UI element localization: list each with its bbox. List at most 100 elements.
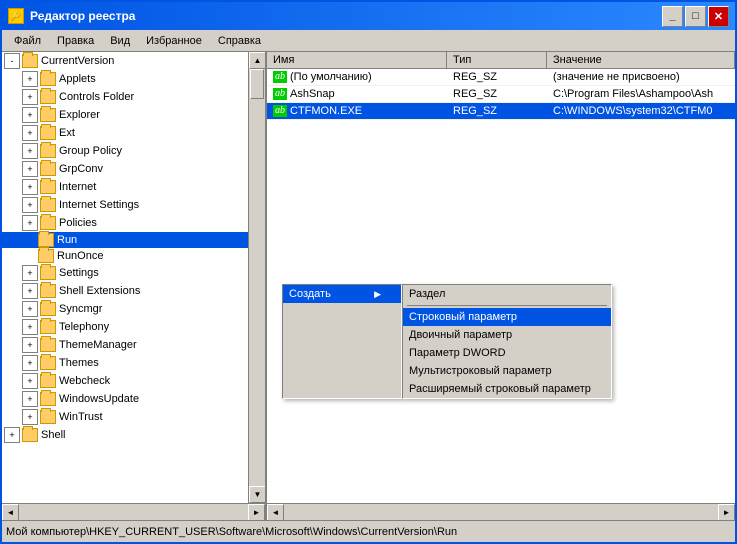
menu-help[interactable]: Справка xyxy=(210,33,269,49)
submenu-item-3[interactable]: Параметр DWORD xyxy=(403,344,611,362)
menu-separator xyxy=(407,305,607,306)
expander-syncmgr[interactable]: + xyxy=(22,301,38,317)
cell-value-1: C:\Program Files\Ashampoo\Ash xyxy=(547,86,735,102)
expander-wintrust[interactable]: + xyxy=(22,409,38,425)
submenu-item-4[interactable]: Мультистроковый параметр xyxy=(403,362,611,380)
table-row[interactable]: ab AshSnap REG_SZ C:\Program Files\Asham… xyxy=(267,86,735,103)
tree-scroll-up[interactable]: ▲ xyxy=(249,52,265,69)
cell-type-0: REG_SZ xyxy=(447,69,547,85)
close-button[interactable]: ✕ xyxy=(708,6,729,27)
expander-telephony[interactable]: + xyxy=(22,319,38,335)
cell-name-2: ab CTFMON.EXE xyxy=(267,103,447,119)
tree-scroll-track[interactable] xyxy=(249,69,265,486)
expander-windowsupdate[interactable]: + xyxy=(22,391,38,407)
tree-item-grouppolicy[interactable]: + Group Policy xyxy=(2,142,248,160)
tree-label-runonce: RunOnce xyxy=(57,250,103,262)
expander-shellextensions[interactable]: + xyxy=(22,283,38,299)
tree-item-windowsupdate[interactable]: + WindowsUpdate xyxy=(2,390,248,408)
tree-panel: - CurrentVersion + Applets + Controls Fo… xyxy=(2,52,267,520)
folder-icon-settings xyxy=(40,266,56,280)
table-row[interactable]: ab CTFMON.EXE REG_SZ C:\WINDOWS\system32… xyxy=(267,103,735,120)
cell-name-1: ab AshSnap xyxy=(267,86,447,102)
expander-internetsettings[interactable]: + xyxy=(22,197,38,213)
folder-icon-runonce xyxy=(38,249,54,263)
context-menu-create[interactable]: Создать ▶ xyxy=(283,285,401,303)
expander-policies[interactable]: + xyxy=(22,215,38,231)
expander-internet[interactable]: + xyxy=(22,179,38,195)
tree-item-controlsfolder[interactable]: + Controls Folder xyxy=(2,88,248,106)
expander-grpconv[interactable]: + xyxy=(22,161,38,177)
folder-icon-wintrust xyxy=(40,410,56,424)
tree-hscroll-right[interactable]: ► xyxy=(248,504,265,521)
tree-item-currentversion[interactable]: - CurrentVersion xyxy=(2,52,248,70)
submenu-item-1[interactable]: Строковый параметр xyxy=(403,308,611,326)
right-hscroll-right[interactable]: ► xyxy=(718,504,735,521)
expander-controlsfolder[interactable]: + xyxy=(22,89,38,105)
right-hscrollbar[interactable]: ◄ ► xyxy=(267,503,735,520)
tree-item-explorer[interactable]: + Explorer xyxy=(2,106,248,124)
menu-view[interactable]: Вид xyxy=(102,33,138,49)
submenu-item-0[interactable]: Раздел xyxy=(403,285,611,303)
tree-item-grpconv[interactable]: + GrpConv xyxy=(2,160,248,178)
tree-item-policies[interactable]: + Policies xyxy=(2,214,248,232)
title-bar-buttons: _ □ ✕ xyxy=(662,6,729,27)
tree-item-syncmgr[interactable]: + Syncmgr xyxy=(2,300,248,318)
tree-item-run[interactable]: Run xyxy=(2,232,248,248)
folder-icon-explorer xyxy=(40,108,56,122)
tree-label-grouppolicy: Group Policy xyxy=(59,145,122,157)
expander-themes[interactable]: + xyxy=(22,355,38,371)
expander-webcheck[interactable]: + xyxy=(22,373,38,389)
expander-ext[interactable]: + xyxy=(22,125,38,141)
tree-label-windowsupdate: WindowsUpdate xyxy=(59,393,139,405)
expander-applets[interactable]: + xyxy=(22,71,38,87)
submenu-item-5[interactable]: Расширяемый строковый параметр xyxy=(403,380,611,398)
tree-item-telephony[interactable]: + Telephony xyxy=(2,318,248,336)
table-row[interactable]: ab (По умолчанию) REG_SZ (значение не пр… xyxy=(267,69,735,86)
tree-label-themes: Themes xyxy=(59,357,99,369)
tree-label-settings: Settings xyxy=(59,267,99,279)
cell-name-0: ab (По умолчанию) xyxy=(267,69,447,85)
tree-item-thememanager[interactable]: + ThemeManager xyxy=(2,336,248,354)
tree-item-webcheck[interactable]: + Webcheck xyxy=(2,372,248,390)
expander-grouppolicy[interactable]: + xyxy=(22,143,38,159)
tree-label-explorer: Explorer xyxy=(59,109,100,121)
expander-explorer[interactable]: + xyxy=(22,107,38,123)
reg-icon-2: ab xyxy=(273,105,287,117)
folder-icon-applets xyxy=(40,72,56,86)
folder-icon-controlsfolder xyxy=(40,90,56,104)
expander-thememanager[interactable]: + xyxy=(22,337,38,353)
tree-item-settings[interactable]: + Settings xyxy=(2,264,248,282)
menu-edit[interactable]: Правка xyxy=(49,33,102,49)
tree-vscrollbar[interactable]: ▲ ▼ xyxy=(248,52,265,503)
tree-scroll-content: - CurrentVersion + Applets + Controls Fo… xyxy=(2,52,248,503)
minimize-button[interactable]: _ xyxy=(662,6,683,27)
menu-file[interactable]: Файл xyxy=(6,33,49,49)
tree-item-runonce[interactable]: RunOnce xyxy=(2,248,248,264)
tree-hscroll-track[interactable] xyxy=(19,504,248,520)
menu-favorites[interactable]: Избранное xyxy=(138,33,210,49)
tree-label-ext: Ext xyxy=(59,127,75,139)
expander-shell[interactable]: + xyxy=(4,427,20,443)
right-hscroll-track[interactable] xyxy=(284,504,718,520)
reg-icon-1: ab xyxy=(273,88,287,100)
tree-item-themes[interactable]: + Themes xyxy=(2,354,248,372)
expander-settings[interactable]: + xyxy=(22,265,38,281)
tree-item-applets[interactable]: + Applets xyxy=(2,70,248,88)
right-hscroll-left[interactable]: ◄ xyxy=(267,504,284,521)
tree-item-shell[interactable]: + Shell xyxy=(2,426,248,444)
expander-currentversion[interactable]: - xyxy=(4,53,20,69)
tree-item-internetsettings[interactable]: + Internet Settings xyxy=(2,196,248,214)
tree-item-ext[interactable]: + Ext xyxy=(2,124,248,142)
tree-scroll-thumb[interactable] xyxy=(250,69,264,99)
tree-item-shellextensions[interactable]: + Shell Extensions xyxy=(2,282,248,300)
tree-item-wintrust[interactable]: + WinTrust xyxy=(2,408,248,426)
submenu-item-2[interactable]: Двоичный параметр xyxy=(403,326,611,344)
tree-scroll-down[interactable]: ▼ xyxy=(249,486,265,503)
tree-hscrollbar[interactable]: ◄ ► xyxy=(2,503,265,520)
status-bar: Мой компьютер\HKEY_CURRENT_USER\Software… xyxy=(2,520,735,542)
table-header: Имя Тип Значение xyxy=(267,52,735,69)
maximize-button[interactable]: □ xyxy=(685,6,706,27)
tree-item-internet[interactable]: + Internet xyxy=(2,178,248,196)
tree-hscroll-left[interactable]: ◄ xyxy=(2,504,19,521)
cell-type-2: REG_SZ xyxy=(447,103,547,119)
